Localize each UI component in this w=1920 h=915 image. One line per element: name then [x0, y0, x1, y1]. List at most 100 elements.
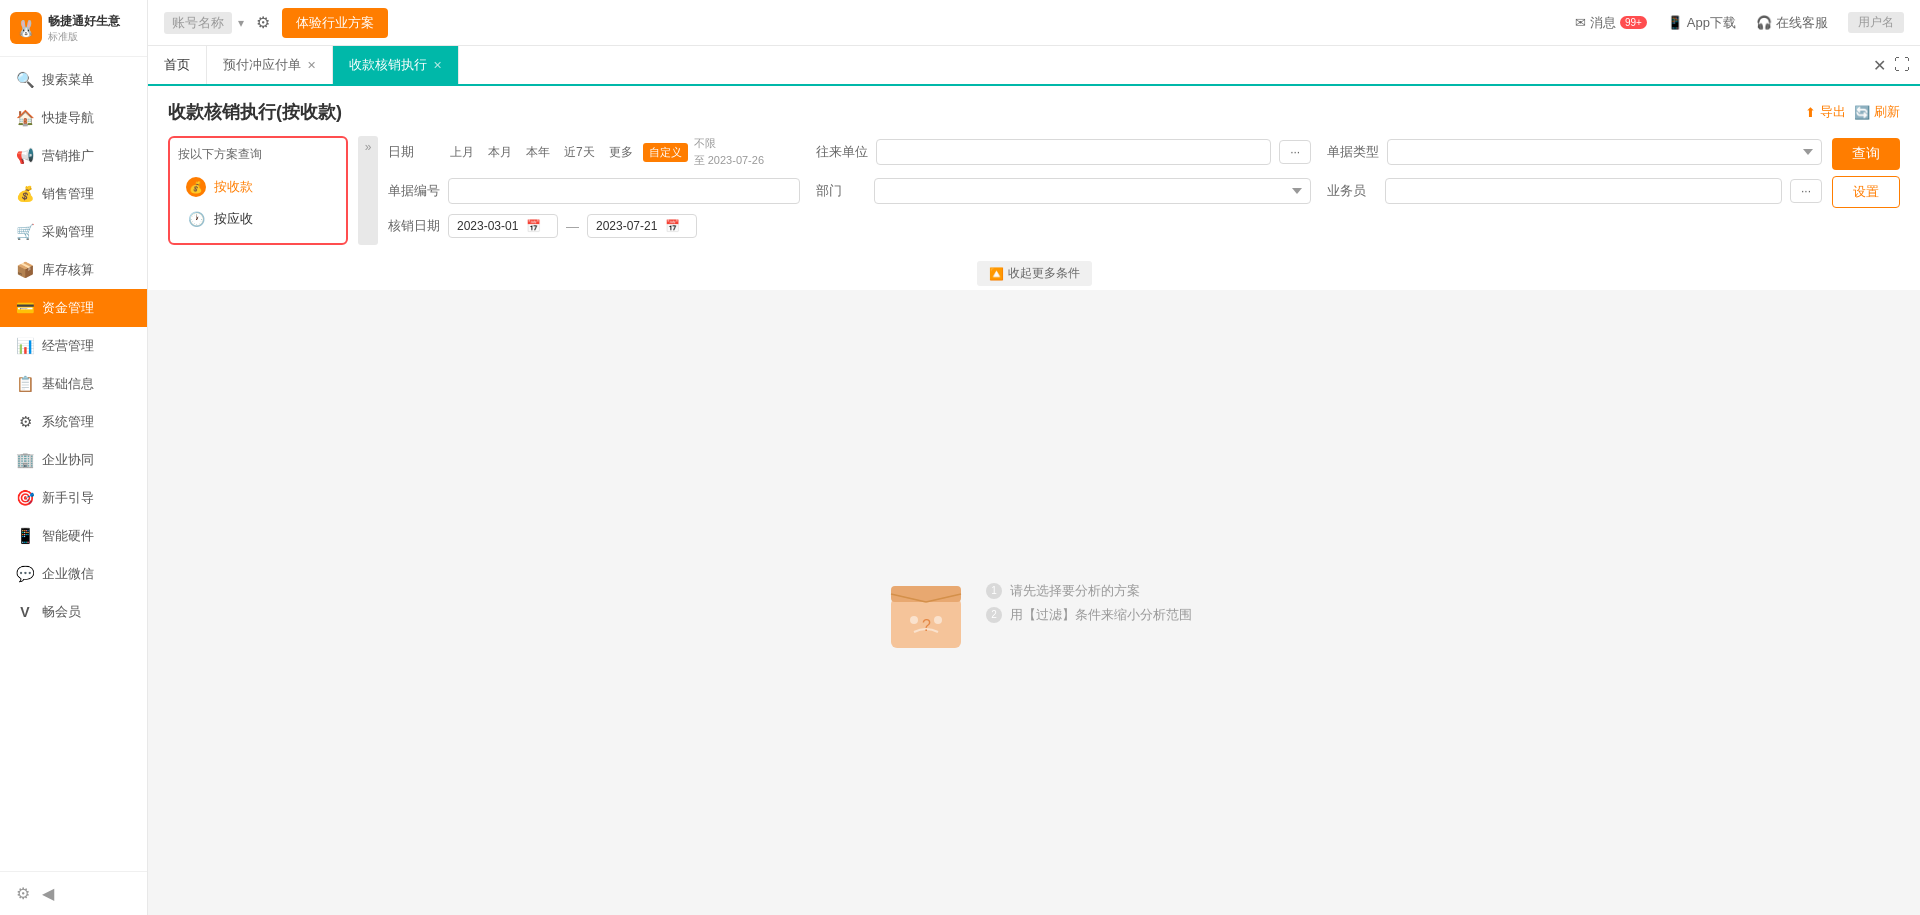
refresh-btn[interactable]: 🔄 刷新 — [1854, 103, 1900, 121]
date-this-month[interactable]: 本月 — [484, 142, 516, 163]
doc-type-group: 单据类型 — [1327, 139, 1822, 165]
main-content: 收款核销执行(按收款) ⬆ 导出 🔄 刷新 按以下方案查询 — [148, 86, 1920, 915]
basic-icon: 📋 — [16, 375, 34, 393]
collapse-filter-btn[interactable]: » — [358, 136, 378, 245]
date-group: 日期 上月 本月 本年 近7天 更多 自定义 不限 — [388, 136, 800, 168]
logo-text: 畅捷通好生意 标准版 — [48, 13, 120, 44]
chevron-down-icon[interactable]: ▾ — [238, 16, 244, 30]
filter-scheme-title: 按以下方案查询 — [178, 146, 338, 163]
doc-no-input[interactable] — [448, 178, 800, 204]
expand-tab-btn[interactable]: ⛶ — [1894, 56, 1910, 74]
date-no-limit-text: 不限 — [694, 136, 764, 151]
sidebar-nav: 🔍 搜索菜单 🏠 快捷导航 📢 营销推广 💰 销售管理 🛒 采购管理 📦 库存核… — [0, 57, 147, 871]
partner-group: 往来单位 ··· — [816, 139, 1311, 165]
filter-by-collection[interactable]: 💰 按收款 — [178, 171, 338, 203]
sidebar-item-guide[interactable]: 🎯 新手引导 — [0, 479, 147, 517]
sidebar-item-inventory[interactable]: 📦 库存核算 — [0, 251, 147, 289]
tab-prepay-close[interactable]: ✕ — [307, 59, 316, 72]
tab-collection[interactable]: 收款核销执行 ✕ — [333, 46, 459, 84]
logo-icon: 🐰 — [10, 12, 42, 44]
operations-icon: 📊 — [16, 337, 34, 355]
query-btn[interactable]: 查询 — [1832, 138, 1900, 170]
tab-home[interactable]: 首页 — [148, 46, 207, 84]
page-title: 收款核销执行(按收款) — [168, 100, 342, 124]
collapse-arrow-icon: 🔼 — [989, 267, 1004, 281]
verif-start-input[interactable]: 2023-03-01 📅 — [448, 214, 558, 238]
sidebar-item-enterprise[interactable]: 🏢 企业协同 — [0, 441, 147, 479]
partner-label: 往来单位 — [816, 143, 868, 161]
sidebar-item-finance[interactable]: 💳 资金管理 — [0, 289, 147, 327]
service-btn[interactable]: 🎧 在线客服 — [1756, 14, 1828, 32]
staff-group: 业务员 ··· — [1327, 178, 1822, 204]
topbar: 账号名称 ▾ ⚙ 体验行业方案 ✉ 消息 99+ 📱 App下载 🎧 在线客服 … — [148, 0, 1920, 46]
staff-ellipsis-btn[interactable]: ··· — [1790, 179, 1822, 203]
filter-form-area: 日期 上月 本月 本年 近7天 更多 自定义 不限 — [388, 136, 1900, 245]
date-7days[interactable]: 近7天 — [560, 142, 599, 163]
tab-prepay[interactable]: 预付冲应付单 ✕ — [207, 46, 333, 84]
date-separator: — — [566, 219, 579, 234]
empty-svg: ? — [876, 558, 976, 658]
sidebar-item-basic[interactable]: 📋 基础信息 — [0, 365, 147, 403]
tabbar-actions: ✕ ⛶ — [1863, 46, 1920, 84]
sidebar-item-marketing[interactable]: 📢 营销推广 — [0, 137, 147, 175]
sidebar-item-sales[interactable]: 💰 销售管理 — [0, 175, 147, 213]
message-btn[interactable]: ✉ 消息 99+ — [1575, 14, 1647, 32]
sidebar-item-wechat[interactable]: 💬 企业微信 — [0, 555, 147, 593]
system-icon: ⚙ — [16, 413, 34, 431]
partner-input[interactable] — [876, 139, 1271, 165]
industry-btn[interactable]: 体验行业方案 — [282, 8, 388, 38]
sidebar-item-quick-nav[interactable]: 🏠 快捷导航 — [0, 99, 147, 137]
svg-text:?: ? — [922, 617, 931, 634]
date-last-month[interactable]: 上月 — [446, 142, 478, 163]
tab-collection-close[interactable]: ✕ — [433, 59, 442, 72]
user-name: 用户名 — [1848, 12, 1904, 33]
inventory-icon: 📦 — [16, 261, 34, 279]
calendar-end-icon[interactable]: 📅 — [665, 219, 680, 233]
collapse-icon[interactable]: ◀ — [42, 884, 54, 903]
purchase-icon: 🛒 — [16, 223, 34, 241]
sidebar-item-search[interactable]: 🔍 搜索菜单 — [0, 61, 147, 99]
sales-icon: 💰 — [16, 185, 34, 203]
right-actions: 查询 设置 — [1832, 136, 1900, 245]
empty-illustration: ? — [876, 558, 966, 648]
sidebar-item-purchase[interactable]: 🛒 采购管理 — [0, 213, 147, 251]
date-custom[interactable]: 自定义 — [643, 143, 688, 162]
dept-select[interactable] — [874, 178, 1311, 204]
filter-form: 日期 上月 本月 本年 近7天 更多 自定义 不限 — [388, 136, 1822, 245]
app-download-btn[interactable]: 📱 App下载 — [1667, 14, 1736, 32]
sidebar-item-member[interactable]: V 畅会员 — [0, 593, 147, 631]
marketing-icon: 📢 — [16, 147, 34, 165]
calendar-start-icon[interactable]: 📅 — [526, 219, 541, 233]
verif-end-input[interactable]: 2023-07-21 📅 — [587, 214, 697, 238]
enterprise-icon: 🏢 — [16, 451, 34, 469]
filter-by-receivable[interactable]: 🕐 按应收 — [178, 203, 338, 235]
close-tab-btn[interactable]: ✕ — [1873, 56, 1886, 75]
sidebar-item-system[interactable]: ⚙ 系统管理 — [0, 403, 147, 441]
settings-btn[interactable]: 设置 — [1832, 176, 1900, 208]
empty-tip-2: 2 用【过滤】条件来缩小分析范围 — [986, 606, 1192, 624]
tip-num-2: 2 — [986, 607, 1002, 623]
receivable-icon: 🕐 — [186, 209, 206, 229]
sidebar-item-operations[interactable]: 📊 经营管理 — [0, 327, 147, 365]
topbar-gear-icon[interactable]: ⚙ — [256, 13, 270, 32]
message-badge: 99+ — [1620, 16, 1647, 29]
filter-row-2: 单据编号 部门 业务员 — [388, 178, 1822, 204]
member-icon: V — [16, 603, 34, 621]
filter-panel: 按以下方案查询 💰 按收款 🕐 按应收 » — [148, 124, 1920, 255]
collapse-more-btn[interactable]: 🔼 收起更多条件 — [977, 261, 1092, 286]
logo-area: 🐰 畅捷通好生意 标准版 — [0, 0, 147, 57]
export-btn[interactable]: ⬆ 导出 — [1805, 103, 1846, 121]
date-shortcuts: 上月 本月 本年 近7天 更多 自定义 不限 至 2023-07-26 — [446, 136, 764, 168]
partner-ellipsis-btn[interactable]: ··· — [1279, 140, 1311, 164]
staff-input[interactable] — [1385, 178, 1782, 204]
doc-type-label: 单据类型 — [1327, 143, 1379, 161]
account-area: 账号名称 ▾ — [164, 12, 244, 34]
sidebar-item-hardware[interactable]: 📱 智能硬件 — [0, 517, 147, 555]
date-more[interactable]: 更多 — [605, 142, 637, 163]
tip-num-1: 1 — [986, 583, 1002, 599]
date-this-year[interactable]: 本年 — [522, 142, 554, 163]
settings-icon[interactable]: ⚙ — [16, 884, 30, 903]
sidebar: 🐰 畅捷通好生意 标准版 🔍 搜索菜单 🏠 快捷导航 📢 营销推广 💰 销售管理… — [0, 0, 148, 915]
collapse-more-row: 🔼 收起更多条件 — [148, 255, 1920, 290]
doc-type-select[interactable] — [1387, 139, 1822, 165]
